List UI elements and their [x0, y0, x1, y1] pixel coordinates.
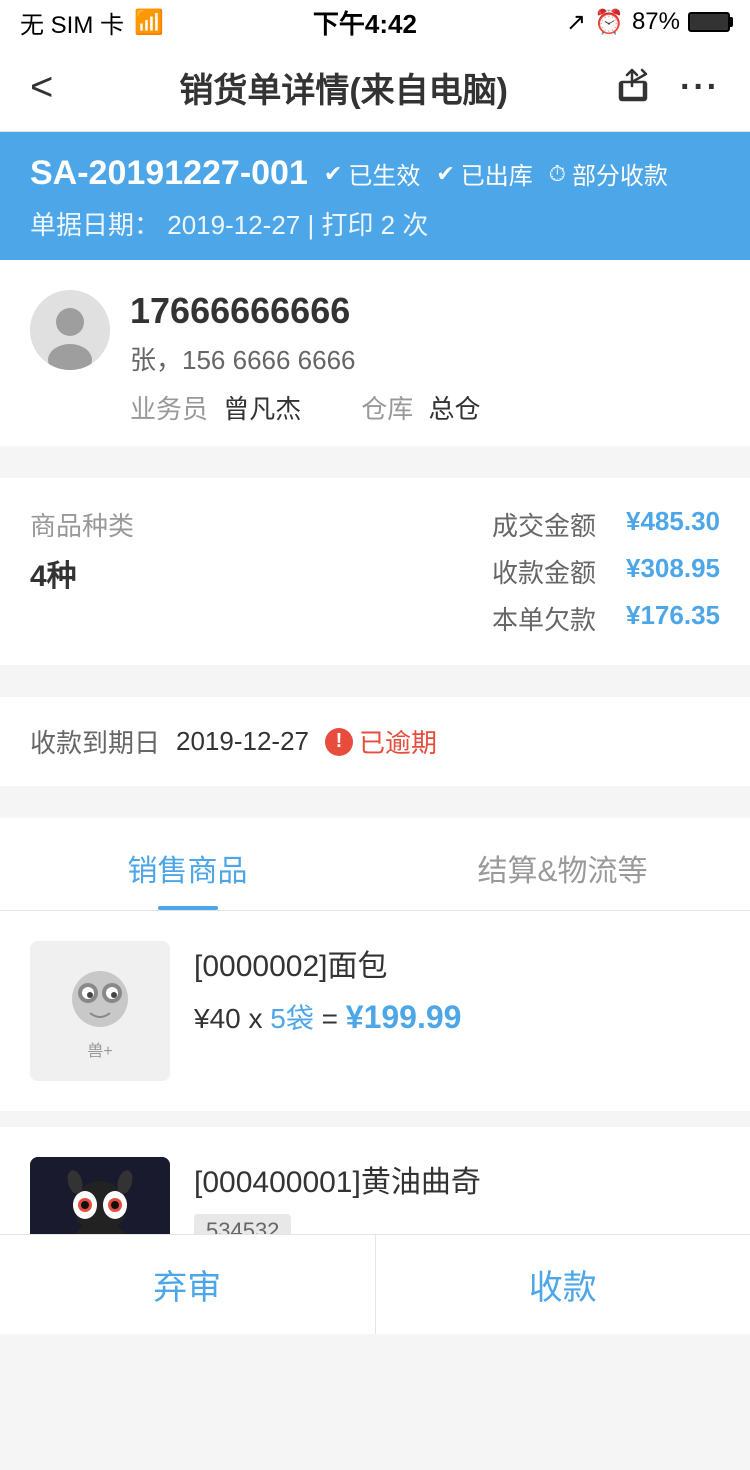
badge-partial: ⏱ 部分收款 — [549, 156, 668, 191]
avatar — [30, 290, 110, 370]
tab-sales-products[interactable]: 销售商品 — [0, 818, 375, 910]
type-count: 4种 — [30, 551, 134, 595]
wifi-icon: 📶 — [134, 8, 164, 37]
summary-left: 商品种类 4种 — [30, 506, 134, 595]
bottom-bar: 弃审 收款 — [0, 1234, 750, 1334]
due-section: 收款到期日 2019-12-27 ! 已逾期 — [0, 697, 750, 786]
nav-actions: ··· — [614, 66, 720, 110]
tab-settlement-label: 结算&物流等 — [477, 855, 647, 888]
badge-shipped: ✔ 已出库 — [436, 156, 532, 191]
date-label: 单据日期： — [30, 210, 160, 240]
battery-icon — [688, 12, 730, 32]
cancel-button[interactable]: 弃审 — [0, 1235, 376, 1334]
order-header: SA-20191227-001 ✔ 已生效 ✔ 已出库 ⏱ 部分收款 单据日期：… — [0, 132, 750, 260]
owed-label: 本单欠款 — [492, 600, 596, 637]
tabs-bar: 销售商品 结算&物流等 — [0, 818, 750, 911]
amount-value: ¥485.30 — [626, 506, 720, 543]
carrier-text: 无 SIM 卡 — [20, 5, 124, 40]
product-price-bread: ¥40 x 5袋 = ¥199.99 — [194, 997, 720, 1037]
product-info-bread: [0000002]面包 ¥40 x 5袋 = ¥199.99 — [194, 941, 720, 1037]
badge-shipped-label: 已出库 — [461, 156, 533, 191]
order-date-row: 单据日期： 2019-12-27 | 打印 2 次 — [30, 205, 720, 242]
product-item: 兽+ [0000002]面包 ¥40 x 5袋 = ¥199.99 — [0, 911, 750, 1111]
location-icon: ↗ — [566, 8, 586, 37]
due-date-value: 2019-12-27 — [176, 726, 309, 757]
customer-phone: 17666666666 — [130, 290, 720, 332]
check-icon-2: ✔ — [436, 161, 454, 187]
product-name-cookies: [000400001]黄油曲奇 — [194, 1157, 720, 1201]
tab-sales-label: 销售商品 — [128, 855, 248, 888]
overdue-icon: ! — [325, 728, 353, 756]
product-name-bread: [0000002]面包 — [194, 941, 720, 985]
summary-right: 成交金额 ¥485.30 收款金额 ¥308.95 本单欠款 ¥176.35 — [492, 506, 720, 637]
salesperson-value: 曾凡杰 — [223, 394, 301, 424]
nav-bar: < 销货单详情(来自电脑) ··· — [0, 44, 750, 132]
badge-partial-label: 部分收款 — [572, 156, 668, 191]
price-text: ¥40 x — [194, 1003, 270, 1034]
summary-section: 商品种类 4种 成交金额 ¥485.30 收款金额 ¥308.95 本单欠款 ¥… — [0, 478, 750, 665]
check-icon: ✔ — [324, 161, 342, 187]
products-section: 兽+ [0000002]面包 ¥40 x 5袋 = ¥199.99 — [0, 911, 750, 1470]
status-time: 下午4:42 — [313, 4, 417, 41]
salesperson-label: 业务员 — [130, 394, 208, 424]
status-bar: 无 SIM 卡 📶 下午4:42 ↗ ⏰ 87% — [0, 0, 750, 44]
overdue-label: 已逾期 — [359, 723, 437, 760]
equals-text: = — [314, 1003, 346, 1034]
owed-line: 本单欠款 ¥176.35 — [492, 600, 720, 637]
tab-settlement[interactable]: 结算&物流等 — [375, 818, 750, 910]
amount-label: 成交金额 — [492, 506, 596, 543]
type-label: 商品种类 — [30, 506, 134, 543]
more-button[interactable]: ··· — [680, 68, 720, 107]
back-button[interactable]: < — [30, 65, 53, 110]
product-image-bread: 兽+ — [30, 941, 170, 1081]
total-text: ¥199.99 — [346, 999, 462, 1035]
customer-meta: 业务员 曾凡杰 仓库 总仓 — [130, 389, 720, 426]
status-right: ↗ ⏰ 87% — [566, 8, 730, 37]
status-carrier: 无 SIM 卡 📶 — [20, 5, 164, 40]
owed-value: ¥176.35 — [626, 600, 720, 637]
clock-icon: ⏱ — [549, 161, 566, 187]
received-line: 收款金额 ¥308.95 — [492, 553, 720, 590]
received-label: 收款金额 — [492, 553, 596, 590]
share-button[interactable] — [614, 66, 650, 110]
due-label: 收款到期日 — [30, 723, 160, 760]
qty-text: 5袋 — [270, 1003, 314, 1034]
bottom-spacer — [0, 1350, 750, 1470]
received-value: ¥308.95 — [626, 553, 720, 590]
salesperson-field: 业务员 曾凡杰 — [130, 389, 301, 426]
date-value: 2019-12-27 — [167, 210, 300, 240]
order-number: SA-20191227-001 — [30, 154, 308, 193]
page-title: 销货单详情(来自电脑) — [73, 63, 614, 112]
confirm-button[interactable]: 收款 — [376, 1235, 750, 1334]
divider-1 — [0, 446, 750, 462]
customer-section: 17666666666 张，156 6666 6666 业务员 曾凡杰 仓库 总… — [0, 260, 750, 446]
warehouse-field: 仓库 总仓 — [361, 389, 480, 426]
customer-name: 张，156 6666 6666 — [130, 340, 720, 377]
amount-line: 成交金额 ¥485.30 — [492, 506, 720, 543]
divider-3 — [0, 786, 750, 802]
svg-text:兽+: 兽+ — [87, 1042, 112, 1060]
badge-effective-label: 已生效 — [348, 156, 420, 191]
order-header-row1: SA-20191227-001 ✔ 已生效 ✔ 已出库 ⏱ 部分收款 — [30, 154, 720, 193]
customer-info: 17666666666 张，156 6666 6666 业务员 曾凡杰 仓库 总… — [130, 290, 720, 426]
battery-text: 87% — [632, 8, 680, 36]
warehouse-label: 仓库 — [361, 394, 413, 424]
print-info: | 打印 2 次 — [307, 210, 428, 240]
warehouse-value: 总仓 — [429, 394, 481, 424]
alarm-icon: ⏰ — [594, 8, 624, 37]
overdue-badge: ! 已逾期 — [325, 723, 437, 760]
divider-2 — [0, 665, 750, 681]
badge-effective: ✔ 已生效 — [324, 156, 420, 191]
